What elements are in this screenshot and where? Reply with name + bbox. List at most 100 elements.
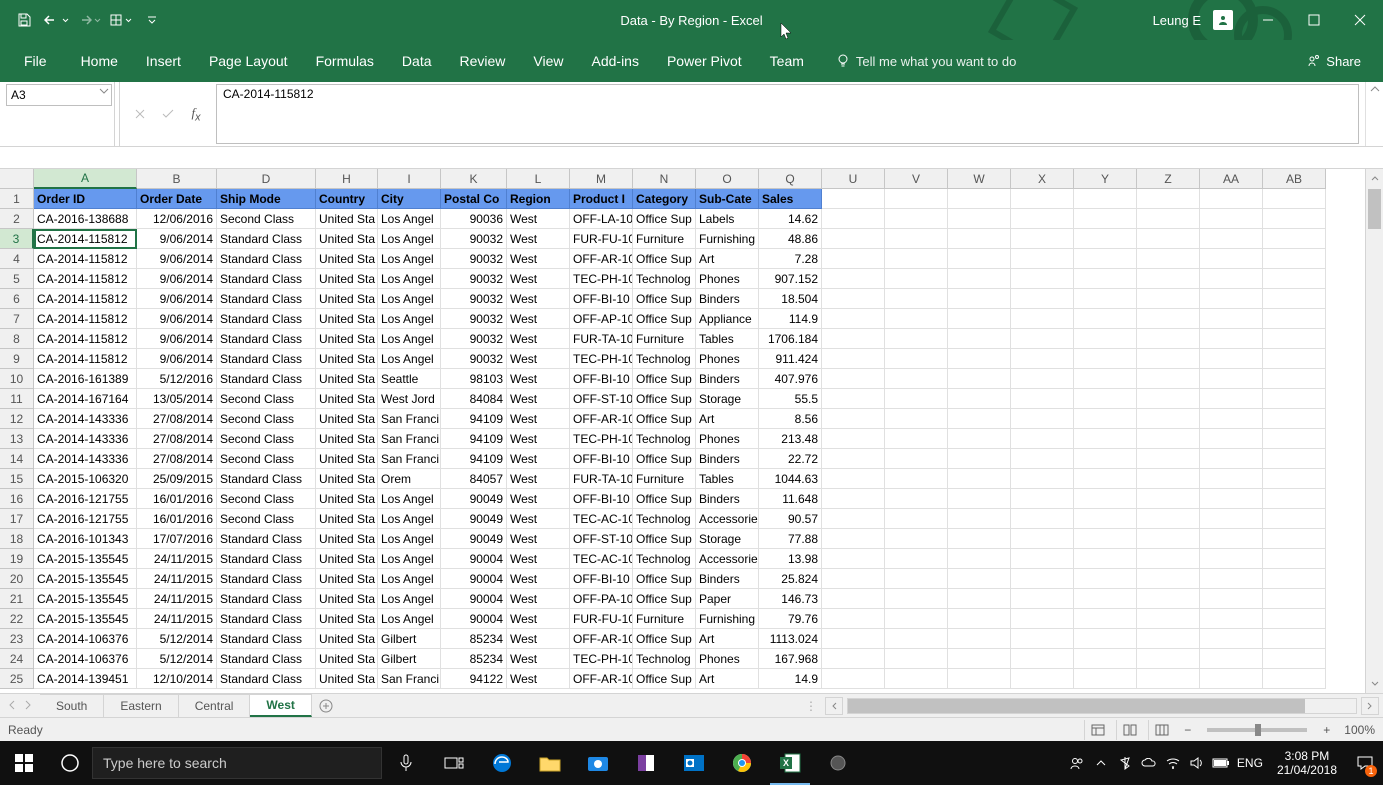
zoom-slider-thumb[interactable] (1255, 724, 1261, 736)
cell[interactable]: Second Class (217, 389, 316, 409)
cell[interactable]: FUR-TA-10 (570, 329, 633, 349)
taskbar-app-camera[interactable] (574, 741, 622, 785)
row-header[interactable]: 24 (0, 649, 34, 669)
cell[interactable] (1137, 649, 1200, 669)
cell[interactable]: OFF-LA-10 (570, 209, 633, 229)
cell[interactable] (1263, 229, 1326, 249)
cell[interactable] (822, 449, 885, 469)
cell[interactable]: 16/01/2016 (137, 489, 217, 509)
cell[interactable]: West (507, 669, 570, 689)
ribbon-tab-home[interactable]: Home (67, 40, 132, 82)
cell[interactable]: 77.88 (759, 529, 822, 549)
cell[interactable] (1200, 629, 1263, 649)
cell[interactable] (822, 389, 885, 409)
cell[interactable]: West (507, 609, 570, 629)
cell[interactable]: Los Angel (378, 509, 441, 529)
cell[interactable]: Order Date (137, 189, 217, 209)
cell[interactable]: 9/06/2014 (137, 249, 217, 269)
ribbon-tab-view[interactable]: View (519, 40, 577, 82)
scroll-up-button[interactable] (1366, 169, 1383, 187)
column-header[interactable]: U (822, 169, 885, 189)
taskbar-app-edge[interactable] (478, 741, 526, 785)
cell[interactable] (1074, 349, 1137, 369)
cell[interactable]: Los Angel (378, 229, 441, 249)
cell[interactable] (822, 649, 885, 669)
cell[interactable]: 90004 (441, 589, 507, 609)
row-header[interactable]: 20 (0, 569, 34, 589)
cell[interactable]: 9/06/2014 (137, 349, 217, 369)
cell[interactable] (885, 309, 948, 329)
row-header[interactable]: 8 (0, 329, 34, 349)
cell[interactable] (1137, 469, 1200, 489)
cortana-button[interactable] (48, 753, 92, 773)
cell[interactable] (1074, 489, 1137, 509)
cell[interactable]: 90032 (441, 289, 507, 309)
cell[interactable]: 98103 (441, 369, 507, 389)
cell[interactable] (822, 229, 885, 249)
cell[interactable]: West (507, 509, 570, 529)
row-header[interactable]: 10 (0, 369, 34, 389)
cell[interactable] (885, 549, 948, 569)
cell[interactable] (885, 569, 948, 589)
cell[interactable] (1200, 589, 1263, 609)
ribbon-tab-insert[interactable]: Insert (132, 40, 195, 82)
cell[interactable]: Furniture (633, 229, 696, 249)
cell[interactable]: Los Angel (378, 349, 441, 369)
cell[interactable]: 14.9 (759, 669, 822, 689)
column-header[interactable]: N (633, 169, 696, 189)
cell[interactable]: United Sta (316, 649, 378, 669)
cell[interactable]: United Sta (316, 589, 378, 609)
cell[interactable]: 5/12/2014 (137, 649, 217, 669)
cell[interactable]: Technolog (633, 549, 696, 569)
cell[interactable]: Order ID (34, 189, 137, 209)
cell[interactable] (1137, 549, 1200, 569)
taskbar-app-misc[interactable] (814, 741, 862, 785)
cell[interactable]: West (507, 529, 570, 549)
cell[interactable] (1137, 429, 1200, 449)
cell[interactable]: CA-2014-115812 (34, 269, 137, 289)
cell[interactable] (948, 229, 1011, 249)
cell[interactable]: 167.968 (759, 649, 822, 669)
cell[interactable]: Standard Class (217, 649, 316, 669)
cell[interactable] (1074, 369, 1137, 389)
cell[interactable] (885, 229, 948, 249)
row-header[interactable]: 25 (0, 669, 34, 689)
column-header[interactable]: Q (759, 169, 822, 189)
cell[interactable] (948, 609, 1011, 629)
cell[interactable] (822, 409, 885, 429)
sheet-tab-central[interactable]: Central (179, 694, 251, 717)
cell[interactable] (1074, 409, 1137, 429)
cell[interactable]: OFF-AR-10 (570, 669, 633, 689)
cell[interactable]: San Franci (378, 669, 441, 689)
horizontal-scroll-thumb[interactable] (848, 699, 1305, 713)
cell[interactable]: West (507, 389, 570, 409)
cell[interactable]: 1113.024 (759, 629, 822, 649)
cell[interactable]: Second Class (217, 489, 316, 509)
cell[interactable]: Gilbert (378, 649, 441, 669)
cell[interactable] (1011, 229, 1074, 249)
cell[interactable]: Binders (696, 569, 759, 589)
column-header[interactable]: A (34, 169, 137, 189)
cell[interactable]: West (507, 469, 570, 489)
cell[interactable]: 90032 (441, 229, 507, 249)
cell[interactable]: Appliance (696, 309, 759, 329)
ribbon-tab-data[interactable]: Data (388, 40, 446, 82)
cell[interactable]: 27/08/2014 (137, 429, 217, 449)
cell[interactable] (1074, 649, 1137, 669)
cell[interactable]: United Sta (316, 449, 378, 469)
cell[interactable]: CA-2015-135545 (34, 549, 137, 569)
cell[interactable]: Office Sup (633, 309, 696, 329)
cell[interactable] (1137, 229, 1200, 249)
cell[interactable]: Standard Class (217, 289, 316, 309)
cell[interactable]: Art (696, 409, 759, 429)
cell[interactable] (1011, 349, 1074, 369)
cell[interactable]: TEC-PH-10 (570, 349, 633, 369)
cell[interactable]: West (507, 449, 570, 469)
cell[interactable]: 85234 (441, 649, 507, 669)
cell[interactable] (1263, 209, 1326, 229)
cell[interactable]: 14.62 (759, 209, 822, 229)
cell[interactable] (948, 509, 1011, 529)
cell[interactable] (885, 529, 948, 549)
cell[interactable] (1263, 509, 1326, 529)
cell[interactable] (885, 649, 948, 669)
